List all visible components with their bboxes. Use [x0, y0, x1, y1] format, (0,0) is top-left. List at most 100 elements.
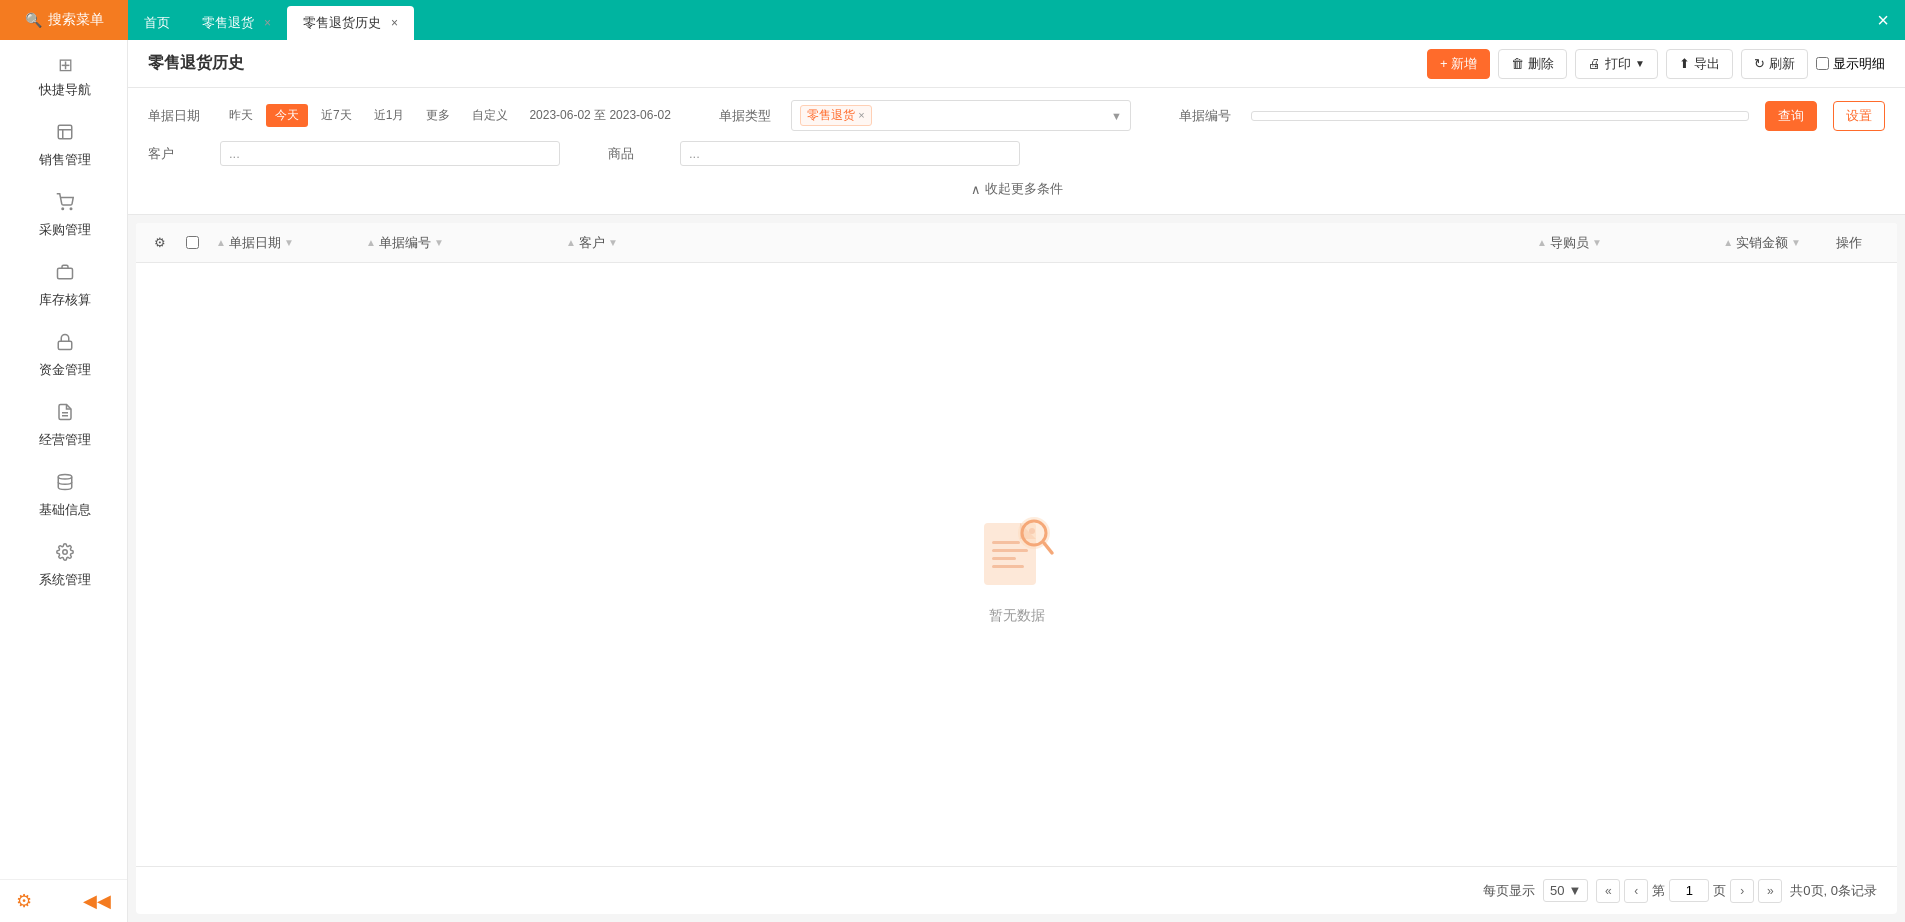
svg-line-17	[1044, 543, 1052, 553]
svg-point-18	[1029, 528, 1035, 534]
svg-rect-11	[992, 541, 1020, 544]
filter-row-2: 客户 ... 商品 ...	[148, 141, 1885, 166]
date-option-last-month[interactable]: 近1月	[365, 104, 414, 127]
main-layout: ⊞ 快捷导航 销售管理 采购管理 库存核算 资金管理	[0, 40, 1905, 922]
show-detail-checkbox[interactable]: 显示明细	[1816, 55, 1885, 73]
tab-home[interactable]: 首页	[128, 6, 186, 40]
th-guide[interactable]: ▲ 导购员 ▼	[1529, 234, 1689, 252]
export-btn[interactable]: ⬆ 导出	[1666, 49, 1733, 79]
table-header: ⚙ ▲ 单据日期 ▼ ▲ 单据编号 ▼ ▲ 客户 ▼	[136, 223, 1897, 263]
doc-type-tag: 零售退货 ×	[800, 105, 872, 126]
sort-up-icon-3: ▲	[566, 237, 576, 248]
collapse-icon: ∧	[971, 182, 981, 197]
sort-up-icon-2: ▲	[366, 237, 376, 248]
svg-point-7	[58, 475, 72, 480]
window-close-btn[interactable]: ×	[1877, 10, 1889, 30]
print-icon: 🖨	[1588, 56, 1601, 71]
doc-type-label: 单据类型	[719, 107, 775, 125]
th-customer[interactable]: ▲ 客户 ▼	[558, 234, 1529, 252]
sidebar-item-sales-mgmt[interactable]: 销售管理	[0, 109, 127, 179]
sidebar: ⊞ 快捷导航 销售管理 采购管理 库存核算 资金管理	[0, 40, 128, 922]
show-detail-input[interactable]	[1816, 57, 1829, 70]
audio-icon[interactable]: ◀◀	[83, 890, 111, 912]
page-prev-btn[interactable]: ‹	[1624, 879, 1648, 903]
inventory-icon	[56, 263, 74, 286]
sidebar-item-sys-mgmt[interactable]: 系统管理	[0, 529, 127, 599]
empty-text: 暂无数据	[989, 607, 1045, 625]
page-next-btn[interactable]: ›	[1730, 879, 1754, 903]
header-actions: + 新增 🗑 删除 🖨 打印 ▼ ⬆ 导出 ↻ 刷新	[1427, 49, 1885, 79]
filter-area: 单据日期 昨天 今天 近7天 近1月 更多 自定义 2023-06-02 至 2…	[128, 88, 1905, 215]
th-checkbox[interactable]	[176, 236, 208, 249]
filter-row-1: 单据日期 昨天 今天 近7天 近1月 更多 自定义 2023-06-02 至 2…	[148, 100, 1885, 131]
date-option-yesterday[interactable]: 昨天	[220, 104, 262, 127]
customer-label: 客户	[148, 145, 204, 163]
refresh-icon: ↻	[1754, 56, 1765, 71]
settings-icon[interactable]: ⚙	[16, 890, 32, 912]
sort-up-icon-5: ▲	[1723, 237, 1733, 248]
top-bar-right: ×	[1877, 10, 1905, 30]
doc-number-input[interactable]	[1251, 111, 1749, 121]
sidebar-item-finance[interactable]: 资金管理	[0, 319, 127, 389]
sidebar-item-basic-info[interactable]: 基础信息	[0, 459, 127, 529]
date-option-more[interactable]: 更多	[417, 104, 459, 127]
th-amount[interactable]: ▲ 实销金额 ▼	[1689, 234, 1809, 252]
date-option-last7[interactable]: 近7天	[312, 104, 361, 127]
sidebar-item-quick-nav-label: 快捷导航	[39, 81, 91, 99]
page-last-btn[interactable]: »	[1758, 879, 1782, 903]
th-settings[interactable]: ⚙	[144, 235, 176, 250]
sort-up-icon-4: ▲	[1537, 237, 1547, 248]
sidebar-item-ops-mgmt[interactable]: 经营管理	[0, 389, 127, 459]
svg-point-1	[62, 208, 64, 210]
query-btn[interactable]: 查询	[1765, 101, 1817, 131]
tab-retail-return-history-label: 零售退货历史	[303, 14, 381, 32]
sidebar-item-quick-nav[interactable]: ⊞ 快捷导航	[0, 40, 127, 109]
print-btn[interactable]: 🖨 打印 ▼	[1575, 49, 1658, 79]
sidebar-item-sys-mgmt-label: 系统管理	[39, 571, 91, 589]
svg-point-2	[70, 208, 72, 210]
ops-mgmt-icon	[56, 403, 74, 426]
top-bar: 🔍 搜索菜单 首页 零售退货 × 零售退货历史 × ×	[0, 0, 1905, 40]
tab-retail-return-history-close[interactable]: ×	[391, 16, 398, 30]
doc-type-tag-close[interactable]: ×	[858, 109, 864, 121]
sort-down-icon-4: ▼	[1592, 237, 1602, 248]
customer-placeholder: ...	[229, 146, 240, 161]
page-summary: 共0页, 0条记录	[1790, 882, 1877, 900]
sidebar-item-purchase-mgmt[interactable]: 采购管理	[0, 179, 127, 249]
select-all-checkbox[interactable]	[186, 236, 199, 249]
th-number[interactable]: ▲ 单据编号 ▼	[358, 234, 558, 252]
tab-home-label: 首页	[144, 14, 170, 32]
settings-btn[interactable]: 设置	[1833, 101, 1885, 131]
page-header: 零售退货历史 + 新增 🗑 删除 🖨 打印 ▼ ⬆ 导出 ↻	[128, 40, 1905, 88]
date-option-custom[interactable]: 自定义	[463, 104, 517, 127]
per-page-dropdown-icon: ▼	[1568, 883, 1581, 898]
tab-retail-return-close[interactable]: ×	[264, 16, 271, 30]
sidebar-item-inventory-label: 库存核算	[39, 291, 91, 309]
goods-input[interactable]: ...	[680, 141, 1020, 166]
empty-state: 暂无数据	[972, 505, 1062, 625]
collapse-btn[interactable]: ∧ 收起更多条件	[148, 176, 1885, 202]
search-menu-btn[interactable]: 🔍 搜索菜单	[0, 0, 128, 40]
delete-btn[interactable]: 🗑 删除	[1498, 49, 1567, 79]
tab-retail-return[interactable]: 零售退货 ×	[186, 6, 287, 40]
export-icon: ⬆	[1679, 56, 1690, 71]
th-date[interactable]: ▲ 单据日期 ▼	[208, 234, 358, 252]
pagination: 每页显示 50 ▼ « ‹ 第 页 › » 共0页, 0条记录	[136, 866, 1897, 914]
print-dropdown-icon: ▼	[1635, 58, 1645, 69]
page-number-input[interactable]	[1669, 879, 1709, 902]
per-page-select[interactable]: 50 ▼	[1543, 879, 1588, 902]
delete-icon: 🗑	[1511, 56, 1524, 71]
page-title: 零售退货历史	[148, 53, 1427, 74]
svg-rect-0	[58, 125, 72, 139]
new-btn[interactable]: + 新增	[1427, 49, 1490, 79]
page-first-btn[interactable]: «	[1596, 879, 1620, 903]
date-option-today[interactable]: 今天	[266, 104, 308, 127]
doc-type-select[interactable]: 零售退货 × ▼	[791, 100, 1131, 131]
tab-retail-return-history[interactable]: 零售退货历史 ×	[287, 6, 414, 40]
sidebar-item-inventory[interactable]: 库存核算	[0, 249, 127, 319]
goods-label: 商品	[608, 145, 664, 163]
customer-input[interactable]: ...	[220, 141, 560, 166]
doc-number-label: 单据编号	[1179, 107, 1235, 125]
refresh-btn[interactable]: ↻ 刷新	[1741, 49, 1808, 79]
empty-illustration	[972, 505, 1062, 595]
